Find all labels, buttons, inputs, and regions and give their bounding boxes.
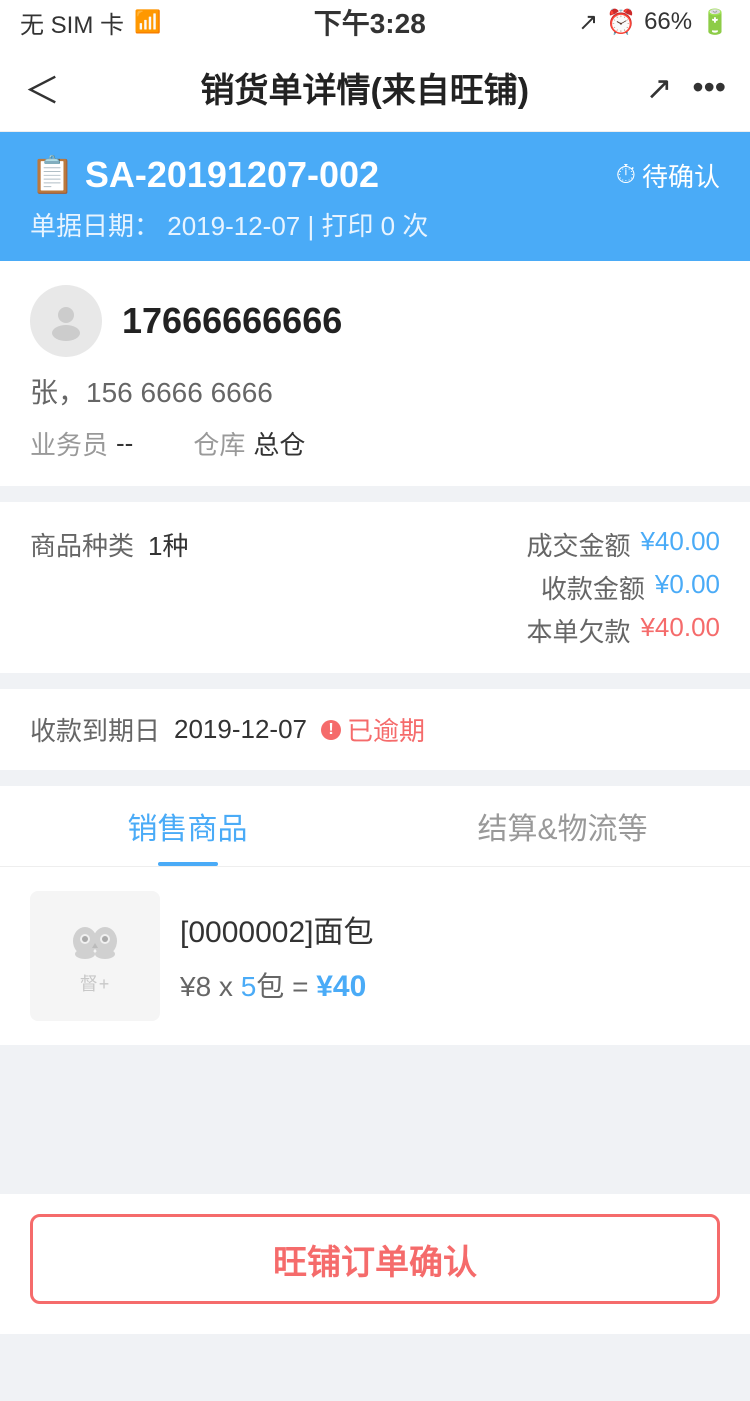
bottom-bar: 旺铺订单确认 <box>0 1194 750 1334</box>
location-icon: ↗ <box>578 8 598 37</box>
product-type-label: 商品种类 <box>30 526 134 563</box>
share-icon[interactable]: ↗︎ <box>646 69 673 107</box>
table-row: 督+ [0000002]面包 ¥8 x 5包 = ¥40 <box>0 867 750 1045</box>
status-time: 下午3:28 <box>314 2 426 42</box>
due-date-value: 2019-12-07 <box>174 714 307 745</box>
due-date-label: 收款到期日 <box>30 711 160 748</box>
more-icon[interactable]: ••• <box>692 69 726 106</box>
order-date: 单据日期： 2019-12-07 | 打印 0 次 <box>30 206 720 243</box>
status-bar: 无 SIM 卡 📶 下午3:28 ↗ ⏰ 66% 🔋 <box>0 0 750 44</box>
product-price: ¥8 x 5包 = ¥40 <box>180 965 720 1005</box>
tab-settlement[interactable]: 结算&物流等 <box>375 786 750 866</box>
order-status: ⏱ 待确认 <box>616 157 720 194</box>
overdue-text: 已逾期 <box>347 711 425 748</box>
status-clock-icon: ⏱ <box>616 159 636 191</box>
product-name: [0000002]面包 <box>180 907 720 951</box>
alarm-icon: ⏰ <box>606 8 636 37</box>
tabs-bar: 销售商品 结算&物流等 <box>0 786 750 867</box>
product-thumbnail: 督+ <box>30 891 160 1021</box>
avatar <box>30 285 102 357</box>
status-right: ↗ ⏰ 66% 🔋 <box>578 8 730 37</box>
customer-card: 17666666666 张，156 6666 6666 业务员 -- 仓库 总仓 <box>0 261 750 486</box>
transaction-label: 成交金额 <box>526 526 630 563</box>
brand-plus-label: 督+ <box>80 970 111 996</box>
product-info: [0000002]面包 ¥8 x 5包 = ¥40 <box>180 907 720 1005</box>
sales-label: 业务员 <box>30 425 108 462</box>
wifi-icon: 📶 <box>134 9 161 35</box>
battery-text: 66% <box>644 8 692 36</box>
order-icon: 📋 <box>30 154 75 196</box>
product-list: 督+ [0000002]面包 ¥8 x 5包 = ¥40 <box>0 867 750 1045</box>
customer-phone: 17666666666 <box>122 300 342 342</box>
owed-value: ¥40.00 <box>640 612 720 649</box>
nav-bar: ＜ 销货单详情(来自旺铺) ↗︎ ••• <box>0 44 750 132</box>
status-carrier: 无 SIM 卡 📶 <box>20 5 161 40</box>
customer-name: 张，156 6666 6666 <box>30 371 720 411</box>
received-value: ¥0.00 <box>655 569 720 606</box>
order-id: 📋 SA-20191207-002 <box>30 154 379 196</box>
summary-card: 商品种类 1种 成交金额 ¥40.00 收款金额 ¥0.00 本单欠款 ¥40.… <box>0 502 750 673</box>
product-total: ¥40 <box>316 970 366 1003</box>
warehouse-value: 总仓 <box>253 425 305 462</box>
due-date-card: 收款到期日 2019-12-07 ! 已逾期 <box>0 689 750 770</box>
transaction-value: ¥40.00 <box>640 526 720 563</box>
sales-value: -- <box>116 428 133 459</box>
confirm-button[interactable]: 旺铺订单确认 <box>30 1214 720 1304</box>
product-type-value: 1种 <box>148 526 188 563</box>
tab-sales-products[interactable]: 销售商品 <box>0 786 375 866</box>
received-label: 收款金额 <box>541 569 645 606</box>
overdue-badge: ! 已逾期 <box>321 711 425 748</box>
back-button[interactable]: ＜ <box>24 62 84 114</box>
battery-icon: 🔋 <box>700 8 730 37</box>
order-header: 📋 SA-20191207-002 ⏱ 待确认 单据日期： 2019-12-07… <box>0 132 750 261</box>
tab-underline <box>158 862 218 866</box>
warehouse-label: 仓库 <box>193 425 245 462</box>
owed-label: 本单欠款 <box>526 612 630 649</box>
overdue-icon: ! <box>321 720 341 740</box>
page-title: 销货单详情(来自旺铺) <box>200 63 529 112</box>
customer-meta: 业务员 -- 仓库 总仓 <box>30 425 720 462</box>
product-qty: 5 <box>241 971 257 1002</box>
carrier-text: 无 SIM 卡 <box>20 5 124 40</box>
nav-actions: ↗︎ ••• <box>646 69 726 107</box>
